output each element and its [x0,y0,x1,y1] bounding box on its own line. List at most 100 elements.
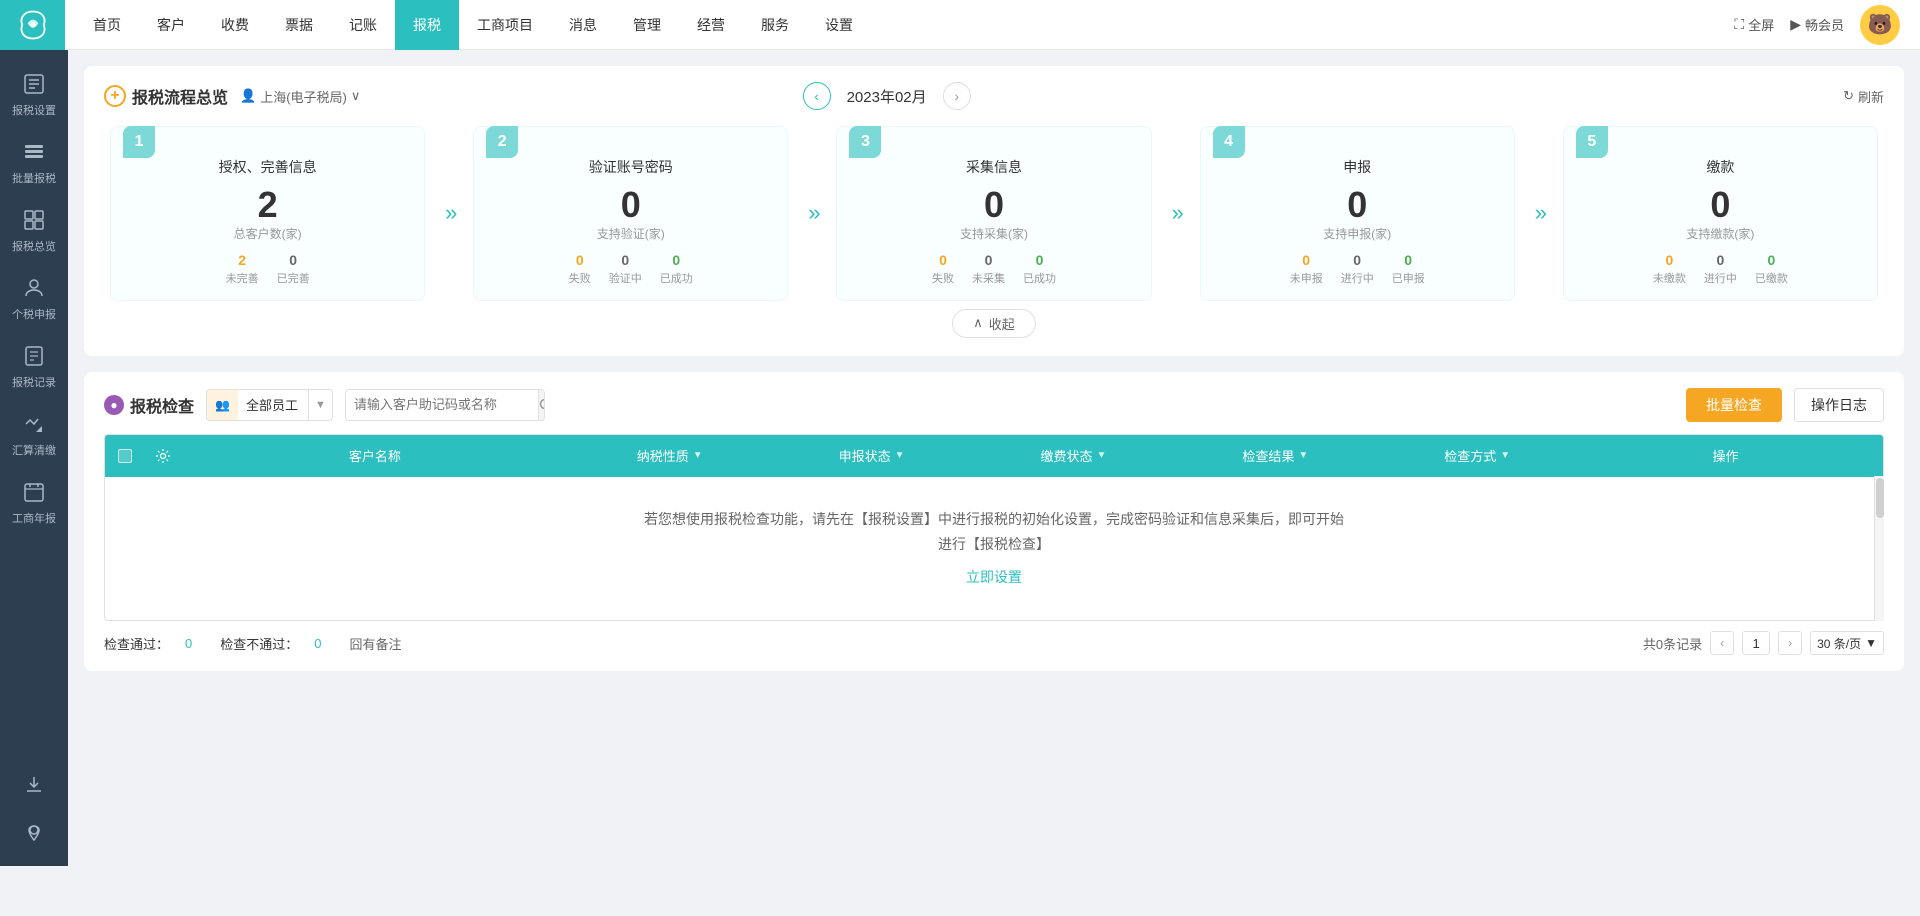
sidebar-location[interactable] [0,808,68,856]
detail-fail-2: 0 失败 [569,252,591,286]
detail-fail-3: 0 失败 [932,252,954,286]
step-title-2: 验证账号密码 [494,157,767,177]
vip-button[interactable]: ▶ 畅会员 [1790,15,1844,34]
th-filing-status[interactable]: 申报状态 ▼ [771,446,973,465]
flow-title-text: 报税流程总览 [132,84,228,108]
nav-management[interactable]: 管理 [615,0,679,50]
step-details-4: 0 未申报 0 进行中 0 已申报 [1221,252,1494,286]
step-number-3: 3 [849,126,881,158]
sidebar-label-annual-report: 工商年报 [12,510,56,526]
flow-step-2: 2 验证账号密码 0 支持验证(家) 0 失败 0 验证中 0 已成功 [473,126,788,301]
sidebar-item-batch-tax[interactable]: 批量报税 [0,128,68,196]
staff-dropdown-arrow[interactable]: ▼ [308,390,332,420]
top-right-actions: ⛶ 全屏 ▶ 畅会员 🐻 [1734,5,1900,45]
collapse-button[interactable]: ∧ 收起 [952,309,1036,338]
nav-service[interactable]: 服务 [743,0,807,50]
th-check-method[interactable]: 检查方式 ▼ [1376,446,1578,465]
th-customer-name: 客户名称 [181,446,569,465]
th-check-result[interactable]: 检查结果 ▼ [1174,446,1376,465]
search-button[interactable] [538,390,545,420]
nav-customer[interactable]: 客户 [139,0,203,50]
tax-nature-label: 纳税性质 [637,446,689,465]
fail-label: 检查不通过： [220,634,298,653]
refresh-button[interactable]: ↻ 刷新 [1843,87,1884,106]
prev-page-button[interactable]: ‹ [1710,631,1734,655]
chevron-down-icon: ∨ [351,88,361,104]
per-page-value: 30 条/页 [1817,635,1861,652]
pass-count[interactable]: 0 [185,636,192,651]
fail-count-2: 0 [576,252,584,268]
sidebar-label-reconciliation: 汇算清缴 [12,442,56,458]
empty-message: 若您想使用报税检查功能，请先在【报税设置】中进行报税的初始化设置，完成密码验证和… [644,507,1344,557]
th-checkbox[interactable] [105,449,145,463]
individual-tax-icon [20,274,48,302]
inprogress-count-4: 0 [1353,252,1361,268]
fail-count[interactable]: 0 [314,636,321,651]
step-title-3: 采集信息 [857,157,1130,177]
nav-tax[interactable]: 报税 [395,0,459,50]
location-icon [20,818,48,846]
double-arrow-icon-3: » [1171,200,1179,226]
flow-step-4: 4 申报 0 支持申报(家) 0 未申报 0 进行中 0 已申报 [1200,126,1515,301]
sidebar-item-reconciliation[interactable]: 汇算清缴 [0,400,68,468]
sidebar-item-annual-report[interactable]: 工商年报 [0,468,68,536]
filter-icon-3: ▼ [1097,450,1107,461]
nav-message[interactable]: 消息 [551,0,615,50]
detail-unpaid-5: 0 未缴款 [1653,252,1686,286]
arrow-4-5: » [1521,126,1557,301]
paid-count-5: 0 [1768,252,1776,268]
nav-fee[interactable]: 收费 [203,0,267,50]
th-payment-status[interactable]: 缴费状态 ▼ [973,446,1175,465]
filter-icon-4: ▼ [1298,450,1308,461]
top-navigation: 首页 客户 收费 票据 记账 报税 工商项目 消息 管理 经营 服务 设置 ⛶ … [0,0,1920,50]
nav-operation[interactable]: 经营 [679,0,743,50]
search-input[interactable] [346,397,538,412]
nav-settings[interactable]: 设置 [807,0,871,50]
next-month-button[interactable]: › [943,82,971,110]
action-label: 操作 [1713,446,1739,465]
th-gear[interactable] [145,448,181,464]
batch-check-button[interactable]: 批量检查 [1686,388,1782,422]
location-selector[interactable]: 👤 上海(电子税局) ∨ [240,87,360,106]
nav-home[interactable]: 首页 [75,0,139,50]
staff-icon: 👥 [215,398,230,412]
sidebar-item-tax-record[interactable]: 报税记录 [0,332,68,400]
tax-record-icon [20,342,48,370]
header-checkbox[interactable] [118,449,132,463]
setup-link[interactable]: 立即设置 [966,565,1022,590]
sidebar-item-tax-overview[interactable]: 报税总览 [0,196,68,264]
step-big-num-5: 0 [1584,185,1857,225]
detail-incomplete: 2 未完善 [226,252,259,286]
filter-icon-1: ▼ [693,450,703,461]
arrow-1-2: » [431,126,467,301]
prev-month-button[interactable]: ‹ [803,82,831,110]
detail-unfiled-4: 0 未申报 [1290,252,1323,286]
month-navigation: ‹ 2023年02月 › [803,82,971,110]
step-number-5: 5 [1576,126,1608,158]
table-scrollbar[interactable] [1874,476,1884,622]
th-tax-nature[interactable]: 纳税性质 ▼ [569,446,771,465]
nav-business[interactable]: 工商项目 [459,0,551,50]
staff-selector[interactable]: 👥 全部员工 ▼ [206,389,333,421]
sidebar-item-individual-tax[interactable]: 个税申报 [0,264,68,332]
nav-invoice[interactable]: 票据 [267,0,331,50]
verifying-count-2: 0 [621,252,629,268]
detail-inprogress-5: 0 进行中 [1704,252,1737,286]
nav-accounting[interactable]: 记账 [331,0,395,50]
operation-log-button[interactable]: 操作日志 [1794,388,1884,422]
pass-label: 检查通过： [104,634,169,653]
annual-report-icon [20,478,48,506]
unfiled-label-4: 未申报 [1290,270,1323,286]
next-page-button[interactable]: › [1778,631,1802,655]
arrow-3-4: » [1158,126,1194,301]
per-page-selector[interactable]: 30 条/页 ▼ [1810,631,1884,655]
success-count-3: 0 [1036,252,1044,268]
user-avatar[interactable]: 🐻 [1860,5,1900,45]
reconciliation-icon [20,410,48,438]
fullscreen-button[interactable]: ⛶ 全屏 [1734,15,1774,34]
sidebar-item-tax-settings[interactable]: 报税设置 [0,60,68,128]
footer-pagination: 共0条记录 ‹ 1 › 30 条/页 ▼ [1643,631,1884,655]
sidebar-download[interactable] [0,760,68,808]
step-details-2: 0 失败 0 验证中 0 已成功 [494,252,767,286]
filter-icon-2: ▼ [895,450,905,461]
